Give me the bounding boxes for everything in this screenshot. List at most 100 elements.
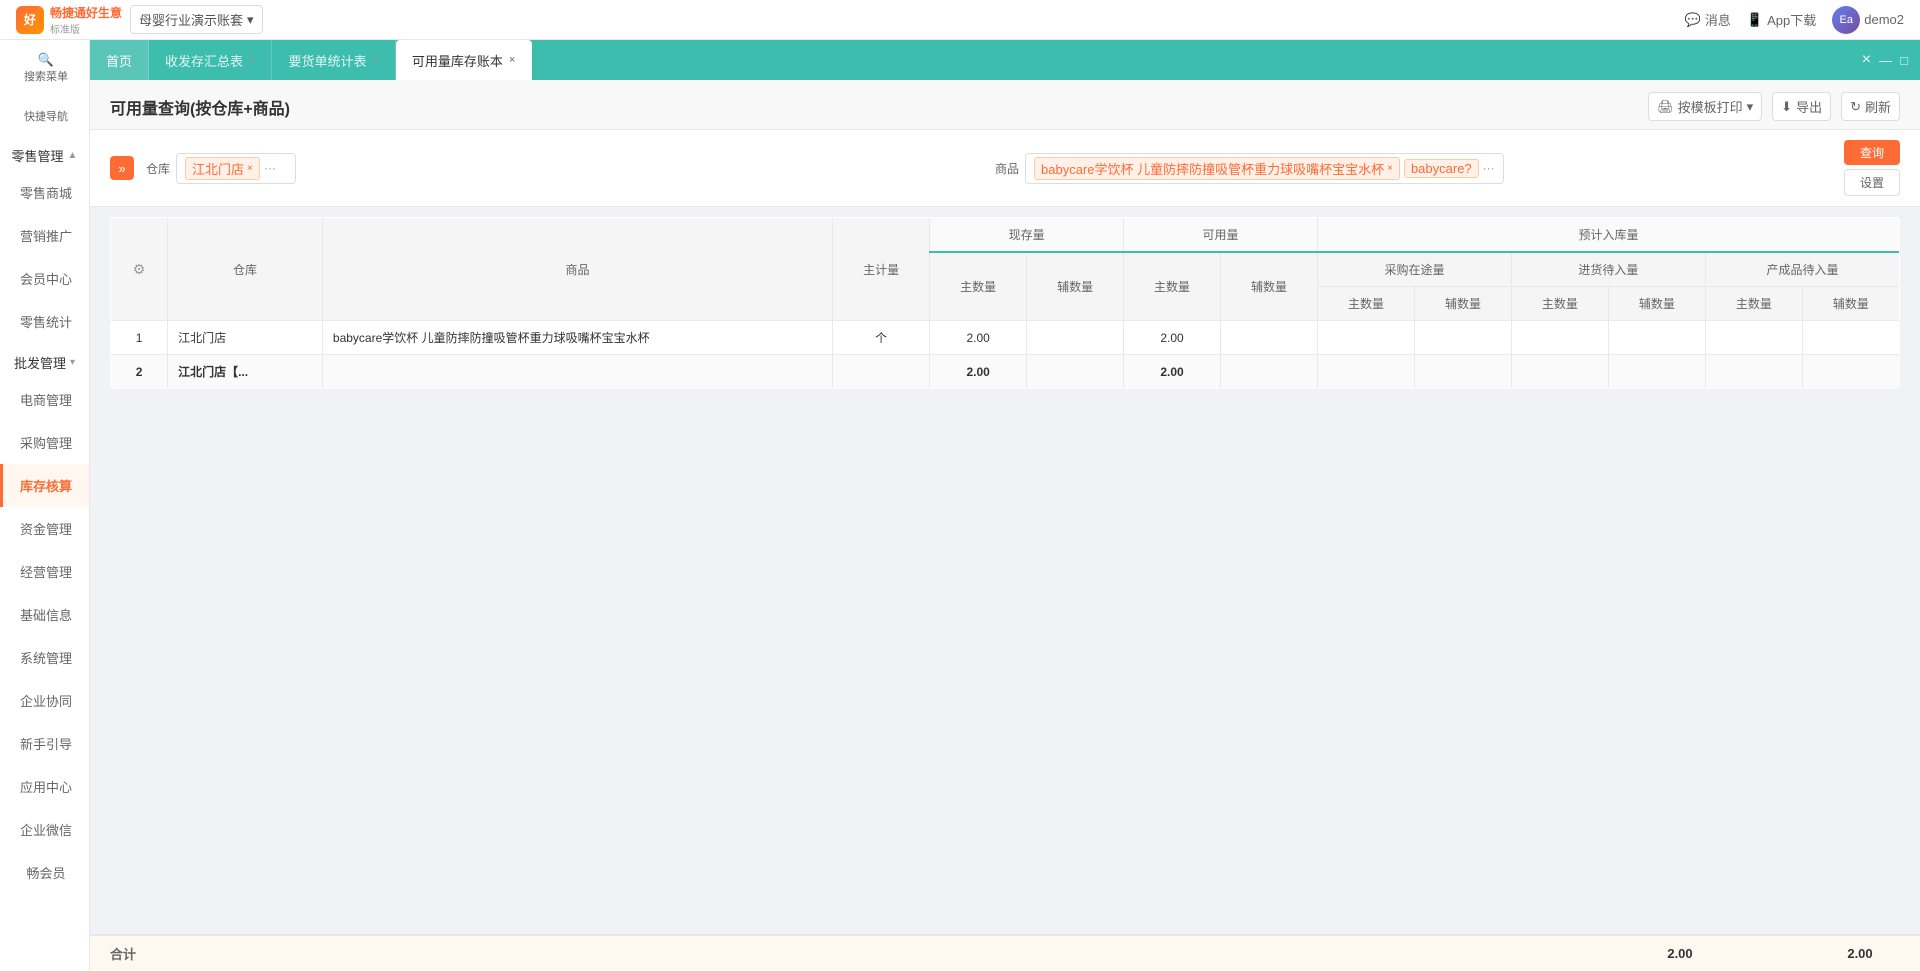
export-button[interactable]: ⬇ 导出	[1772, 92, 1831, 121]
avatar: Ea	[1832, 6, 1860, 34]
sidebar-item-app-center[interactable]: 应用中心	[0, 765, 89, 808]
app-download-button[interactable]: 📱 App下载	[1747, 10, 1816, 29]
close-icon[interactable]: ×	[372, 54, 378, 66]
product-tag-2: babycare?	[1404, 159, 1479, 178]
product-filter-more: ···	[1483, 161, 1495, 175]
footer-available-main: 2.00	[1820, 946, 1900, 961]
query-button[interactable]: 查询	[1844, 140, 1900, 165]
purchase-transit-group-header: 采购在途量	[1318, 252, 1512, 287]
app-icon: 📱	[1747, 12, 1763, 28]
footer-total: 合计 2.00 2.00	[110, 944, 1900, 963]
maximize-button[interactable]: □	[1900, 53, 1908, 68]
subtotal-available-main: 2.00	[1124, 355, 1221, 389]
sidebar-item-wholesale-mgmt[interactable]: 批发管理 ▾	[0, 343, 89, 378]
sidebar-item-basic-info[interactable]: 基础信息	[0, 593, 89, 636]
page-actions: 🖨 按模板打印 ▾ ⬇ 导出 ↻ 刷新	[1648, 92, 1900, 121]
unit-col-header: 主计量	[833, 218, 930, 321]
row-warehouse: 江北门店	[168, 321, 323, 355]
row-available-main: 2.00	[1124, 321, 1221, 355]
sidebar-item-retail-mgmt[interactable]: 零售管理 ▲	[0, 136, 89, 171]
sidebar-item-inventory[interactable]: 库存核算	[0, 464, 89, 507]
row-inbound-pending-main	[1511, 321, 1608, 355]
refresh-button[interactable]: ↻ 刷新	[1841, 92, 1900, 121]
sidebar-item-operations[interactable]: 经营管理	[0, 550, 89, 593]
settings-icon: ⚙	[133, 261, 146, 277]
inbound-pending-aux-header: 辅数量	[1608, 287, 1705, 321]
main-content: 首页 收发存汇总表 × 要货单统计表 × 可用量库存账本 × × — □	[90, 40, 1920, 971]
production-pending-main-header: 主数量	[1705, 287, 1802, 321]
subtotal-row: 2 江北门店【... 2.00 2.00	[111, 355, 1900, 389]
message-button[interactable]: 💬 消息	[1685, 10, 1731, 29]
tab-available-inventory[interactable]: 可用量库存账本 ×	[396, 40, 532, 80]
filter-row: » 仓库 江北门店 × ··· 商品 babycare学饮杯 儿童防摔防撞吸管杯…	[90, 130, 1920, 207]
industry-selector[interactable]: 母婴行业演示账套 ▾	[130, 5, 263, 34]
sidebar-item-purchase-mgmt[interactable]: 采购管理	[0, 421, 89, 464]
sidebar-item-enterprise-wechat[interactable]: 企业微信	[0, 808, 89, 851]
row-product: babycare学饮杯 儿童防摔防撞吸管杯重力球吸嘴杯宝宝水杯	[322, 321, 832, 355]
filter-expand-button[interactable]: »	[110, 156, 134, 180]
available-aux-qty-header: 辅数量	[1221, 252, 1318, 321]
current-aux-qty-header: 辅数量	[1027, 252, 1124, 321]
close-icon[interactable]: ×	[509, 54, 515, 66]
settings-button[interactable]: 设置	[1844, 169, 1900, 196]
sidebar-item-ecommerce[interactable]: 电商管理	[0, 378, 89, 421]
subtotal-inbound-pending-main	[1511, 355, 1608, 389]
tab-home[interactable]: 首页	[90, 40, 149, 80]
production-pending-aux-header: 辅数量	[1802, 287, 1899, 321]
tab-stock-summary[interactable]: 收发存汇总表 ×	[149, 40, 272, 80]
sidebar-item-search[interactable]: 🔍 搜索菜单	[0, 40, 89, 96]
close-icon[interactable]: ×	[249, 54, 255, 66]
product-tag-1-close[interactable]: ×	[1387, 163, 1393, 174]
sidebar-item-enterprise-collab[interactable]: 企业协同	[0, 679, 89, 722]
row-purchase-transit-aux	[1414, 321, 1511, 355]
planned-inbound-group-header: 预计入库量	[1318, 218, 1900, 253]
subtotal-unit	[833, 355, 930, 389]
inbound-pending-main-header: 主数量	[1511, 287, 1608, 321]
close-all-button[interactable]: ×	[1862, 51, 1871, 69]
filter-actions: 查询 设置	[1844, 140, 1900, 196]
product-col-header: 商品	[322, 218, 832, 321]
top-bar-right: 💬 消息 📱 App下载 Ea demo2	[1685, 6, 1904, 34]
sidebar-item-member-center[interactable]: 会员中心	[0, 257, 89, 300]
print-icon: 🖨	[1657, 99, 1674, 115]
user-profile[interactable]: Ea demo2	[1832, 6, 1904, 34]
product-filter-group: 商品 babycare学饮杯 儿童防摔防撞吸管杯重力球吸嘴杯宝宝水杯 × bab…	[995, 153, 1832, 184]
subtotal-current-main: 2.00	[930, 355, 1027, 389]
sidebar-item-retail-mall[interactable]: 零售商城	[0, 171, 89, 214]
row-production-pending-aux	[1802, 321, 1899, 355]
logo-area: 好 畅捷通好生意 标准版	[16, 4, 122, 36]
available-main-qty-header: 主数量	[1124, 252, 1221, 321]
sidebar-item-marketing[interactable]: 营销推广	[0, 214, 89, 257]
footer-current-main: 2.00	[1640, 946, 1720, 961]
sidebar-item-finance[interactable]: 资金管理	[0, 507, 89, 550]
sidebar-item-member[interactable]: 畅会员	[0, 851, 89, 894]
row-current-main: 2.00	[930, 321, 1027, 355]
warehouse-filter-group: 仓库 江北门店 × ···	[146, 153, 983, 184]
top-bar-left: 好 畅捷通好生意 标准版 母婴行业演示账套 ▾	[16, 4, 263, 36]
warehouse-filter-tags[interactable]: 江北门店 × ···	[176, 153, 296, 184]
row-inbound-pending-aux	[1608, 321, 1705, 355]
warehouse-tag-close[interactable]: ×	[247, 163, 253, 174]
product-filter-tags[interactable]: babycare学饮杯 儿童防摔防撞吸管杯重力球吸嘴杯宝宝水杯 × babyca…	[1025, 153, 1504, 184]
sidebar-item-retail-stats[interactable]: 零售统计	[0, 300, 89, 343]
warehouse-filter-label: 仓库	[146, 160, 170, 177]
search-icon: 🔍	[38, 52, 54, 67]
subtotal-available-aux	[1221, 355, 1318, 389]
sidebar-item-sys-mgmt[interactable]: 系统管理	[0, 636, 89, 679]
tab-order-stats[interactable]: 要货单统计表 ×	[272, 40, 395, 80]
row-purchase-transit-main	[1318, 321, 1415, 355]
print-button[interactable]: 🖨 按模板打印 ▾	[1648, 92, 1762, 121]
warehouse-col-header: 仓库	[168, 218, 323, 321]
row-current-aux	[1027, 321, 1124, 355]
subtotal-product	[322, 355, 832, 389]
minimize-button[interactable]: —	[1879, 53, 1892, 68]
subtotal-production-pending-aux	[1802, 355, 1899, 389]
nav-tabs-actions: × — □	[1850, 51, 1920, 69]
settings-col-header[interactable]: ⚙	[111, 218, 168, 321]
sidebar-item-newbie-guide[interactable]: 新手引导	[0, 722, 89, 765]
subtotal-index: 2	[111, 355, 168, 389]
chevron-down-icon: ▾	[1747, 99, 1754, 115]
logo-text: 畅捷通好生意 标准版	[50, 4, 122, 36]
sidebar-item-quicknav[interactable]: 快捷导航	[0, 96, 89, 136]
refresh-icon: ↻	[1850, 99, 1861, 115]
